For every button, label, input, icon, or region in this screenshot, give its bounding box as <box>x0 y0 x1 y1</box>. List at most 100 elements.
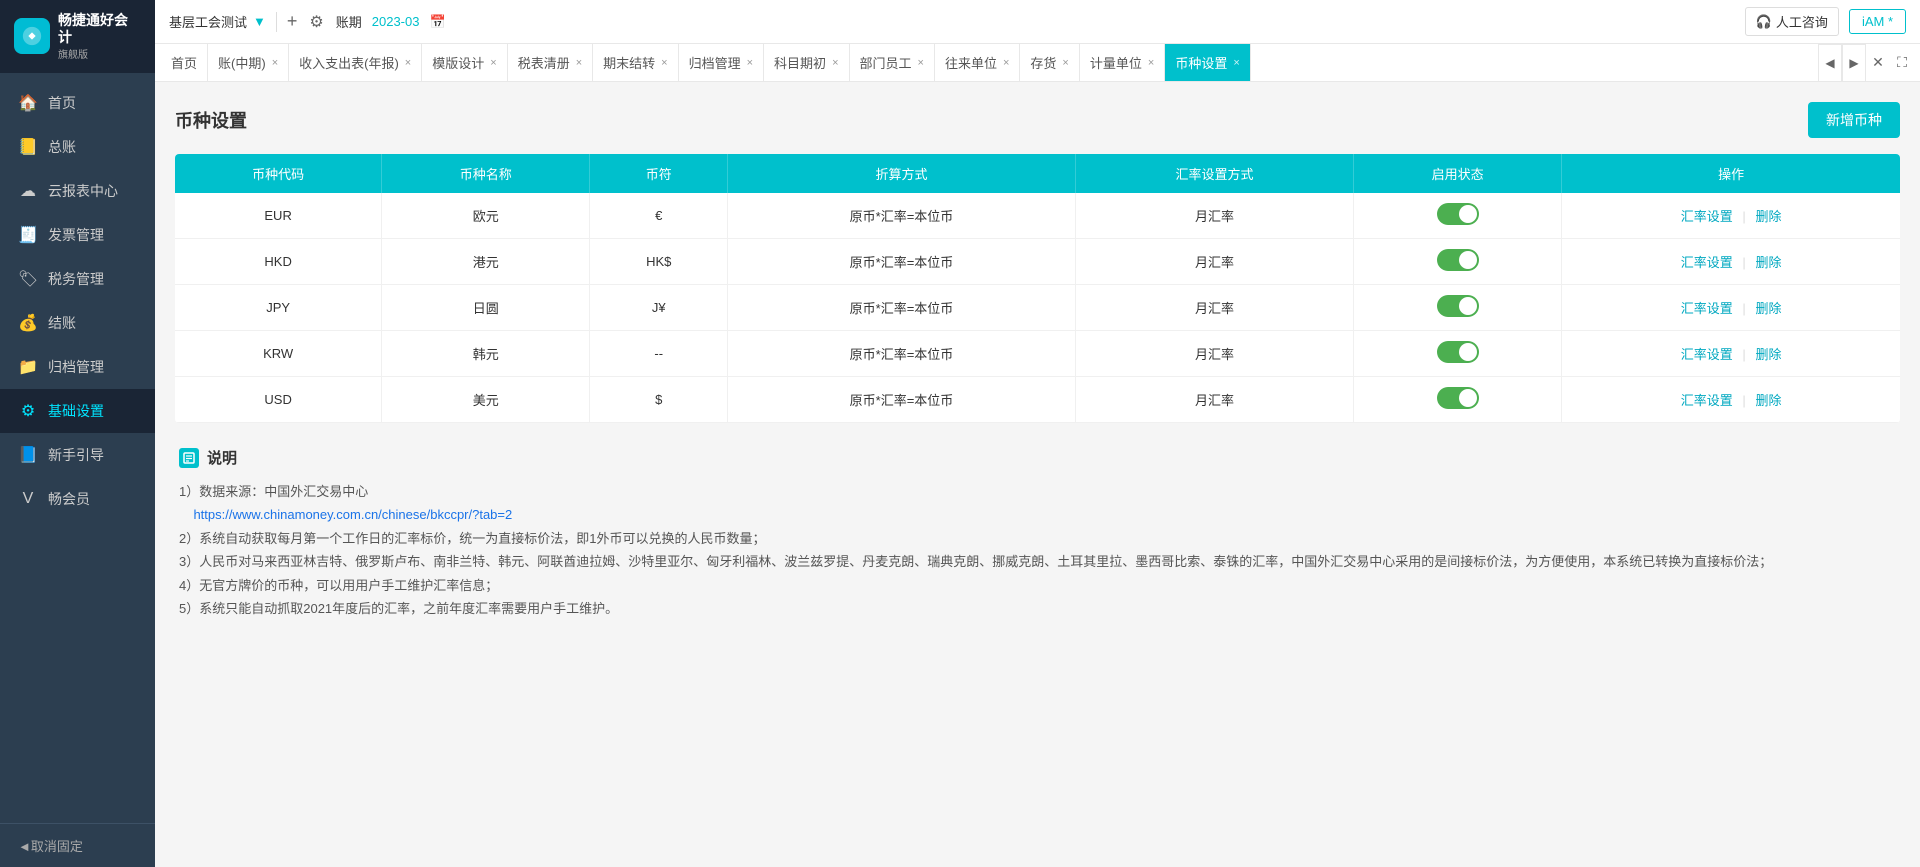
currency-code: KRW <box>175 331 382 377</box>
tab-----[interactable]: 计量单位× <box>1080 44 1165 82</box>
tab-close-icon[interactable]: × <box>272 57 278 69</box>
sidebar-nav: 🏠 首页 📒 总账 ☁ 云报表中心 🧾 发票管理 🏷 税务管理 💰 结账 📁 归… <box>0 73 155 823</box>
headset-icon: 🎧 <box>1756 14 1772 30</box>
enabled-toggle[interactable] <box>1437 249 1479 271</box>
tabs-right-buttons: ◀ ▶ ✕ ⛶ <box>1818 44 1914 82</box>
notes-list: 1）数据来源：中国外汇交易中心 https://www.chinamoney.c… <box>179 480 1896 620</box>
tabs-close-all-btn[interactable]: ✕ <box>1866 44 1890 82</box>
col-header: 币种代码 <box>175 154 382 193</box>
delete-link[interactable]: 删除 <box>1755 255 1781 270</box>
page-title: 币种设置 <box>175 107 247 133</box>
sidebar-item-invoice[interactable]: 🧾 发票管理 <box>0 213 155 257</box>
calc-method: 原币*汇率=本位币 <box>728 193 1076 239</box>
sidebar-item-settings[interactable]: ⚙ 基础设置 <box>0 389 155 433</box>
tab-----[interactable]: 部门员工× <box>850 44 935 82</box>
delete-link[interactable]: 删除 <box>1755 301 1781 316</box>
archive-icon: 📁 <box>18 357 38 377</box>
tab-----[interactable]: 科目期初× <box>764 44 849 82</box>
currency-symbol: € <box>590 193 728 239</box>
currency-code: HKD <box>175 239 382 285</box>
sidebar-item-label: 畅会员 <box>48 489 90 509</box>
enabled-toggle[interactable] <box>1437 341 1479 363</box>
calc-method: 原币*汇率=本位币 <box>728 377 1076 423</box>
rate-settings-link[interactable]: 汇率设置 <box>1681 393 1733 408</box>
add-currency-button[interactable]: 新增币种 <box>1808 102 1900 138</box>
tab-close-icon[interactable]: × <box>1062 57 1068 69</box>
tabs-next-btn[interactable]: ▶ <box>1842 44 1866 82</box>
tab-close-icon[interactable]: × <box>832 57 838 69</box>
rate-settings-link[interactable]: 汇率设置 <box>1681 255 1733 270</box>
tab-close-icon[interactable]: × <box>490 57 496 69</box>
tab-close-icon[interactable]: × <box>405 57 411 69</box>
tab-close-icon[interactable]: × <box>1148 57 1154 69</box>
tab-----[interactable]: 税表清册 × <box>508 44 593 82</box>
project-selector[interactable]: 基层工会测试 ▼ <box>169 12 266 31</box>
cloud-icon: ☁ <box>18 181 38 201</box>
tab-----[interactable]: 归档管理× <box>679 44 764 82</box>
tab---[interactable]: 首页 <box>161 44 208 82</box>
sidebar-item-home[interactable]: 🏠 首页 <box>0 81 155 125</box>
account-button[interactable]: iAM * <box>1849 9 1906 34</box>
topbar: 基层工会测试 ▼ + ⚙ 账期 2023-03 📅 🎧 人工咨询 iAM * <box>155 0 1920 44</box>
app-name: 畅捷通好会计 <box>58 12 141 46</box>
rate-settings-link[interactable]: 汇率设置 <box>1681 301 1733 316</box>
row-actions: 汇率设置 | 删除 <box>1562 285 1900 331</box>
enabled-toggle[interactable] <box>1437 295 1479 317</box>
tab----------[interactable]: 收入支出表(年报)× <box>289 44 422 82</box>
tab-----[interactable]: 期末结转× <box>593 44 678 82</box>
tab-close-icon[interactable]: × <box>1003 57 1009 69</box>
tab---[interactable]: 存货× <box>1020 44 1079 82</box>
tab-label: 税表清册 <box>518 53 570 72</box>
tab-close-icon[interactable]: × <box>576 57 582 69</box>
rate-method: 月汇率 <box>1075 285 1353 331</box>
sidebar-item-report[interactable]: ☁ 云报表中心 <box>0 169 155 213</box>
ledger-icon: 📒 <box>18 137 38 157</box>
row-actions: 汇率设置 | 删除 <box>1562 377 1900 423</box>
sidebar-pin-toggle[interactable]: ◄取消固定 <box>0 823 155 867</box>
sidebar-item-tax[interactable]: 🏷 税务管理 <box>0 257 155 301</box>
col-header: 汇率设置方式 <box>1075 154 1353 193</box>
sidebar-item-label: 新手引导 <box>48 445 104 465</box>
project-name: 基层工会测试 <box>169 12 247 31</box>
calc-method: 原币*汇率=本位币 <box>728 239 1076 285</box>
tab-----[interactable]: 往来单位× <box>935 44 1020 82</box>
add-tab-btn[interactable]: + <box>287 11 298 32</box>
sidebar-item-guide[interactable]: 📘 新手引导 <box>0 433 155 477</box>
tab-----[interactable]: 模版设计× <box>422 44 507 82</box>
delete-link[interactable]: 删除 <box>1755 393 1781 408</box>
col-header: 折算方式 <box>728 154 1076 193</box>
sidebar-item-archive[interactable]: 📁 归档管理 <box>0 345 155 389</box>
notes-external-link[interactable]: https://www.chinamoney.com.cn/chinese/bk… <box>193 507 512 522</box>
currency-symbol: HK$ <box>590 239 728 285</box>
currency-symbol: $ <box>590 377 728 423</box>
delete-link[interactable]: 删除 <box>1755 347 1781 362</box>
settings-icon[interactable]: ⚙ <box>309 12 323 32</box>
tab-close-icon[interactable]: × <box>661 57 667 69</box>
currency-name: 美元 <box>382 377 590 423</box>
table-body: EUR欧元€原币*汇率=本位币月汇率 汇率设置 | 删除 HKD港元HK$原币*… <box>175 193 1900 423</box>
sidebar-item-ledger[interactable]: 📒 总账 <box>0 125 155 169</box>
tab-close-icon[interactable]: × <box>747 57 753 69</box>
enabled-toggle[interactable] <box>1437 387 1479 409</box>
tab-close-icon[interactable]: × <box>1233 57 1239 69</box>
notes-title-text: 说明 <box>207 447 237 468</box>
tab-label: 首页 <box>171 53 197 72</box>
currency-table-wrapper: 币种代码币种名称币符折算方式汇率设置方式启用状态操作 EUR欧元€原币*汇率=本… <box>175 154 1900 423</box>
tab-----[interactable]: 币种设置× <box>1165 44 1250 82</box>
rate-settings-link[interactable]: 汇率设置 <box>1681 347 1733 362</box>
calendar-icon[interactable]: 📅 <box>429 14 445 30</box>
enabled-toggle[interactable] <box>1437 203 1479 225</box>
tabs-expand-btn[interactable]: ⛶ <box>1890 44 1914 82</box>
sidebar-item-checkout[interactable]: 💰 结账 <box>0 301 155 345</box>
rate-method: 月汇率 <box>1075 193 1353 239</box>
tab------[interactable]: 账(中期)× <box>208 44 289 82</box>
sidebar-item-member[interactable]: V 畅会员 <box>0 477 155 521</box>
sidebar: 畅捷通好会计 旗舰版 🏠 首页 📒 总账 ☁ 云报表中心 🧾 发票管理 🏷 税务… <box>0 0 155 867</box>
consult-button[interactable]: 🎧 人工咨询 <box>1745 7 1839 36</box>
table-row: JPY日圆J¥原币*汇率=本位币月汇率 汇率设置 | 删除 <box>175 285 1900 331</box>
rate-settings-link[interactable]: 汇率设置 <box>1681 209 1733 224</box>
delete-link[interactable]: 删除 <box>1755 209 1781 224</box>
tab-close-icon[interactable]: × <box>918 57 924 69</box>
tabs-prev-btn[interactable]: ◀ <box>1818 44 1842 82</box>
invoice-icon: 🧾 <box>18 225 38 245</box>
